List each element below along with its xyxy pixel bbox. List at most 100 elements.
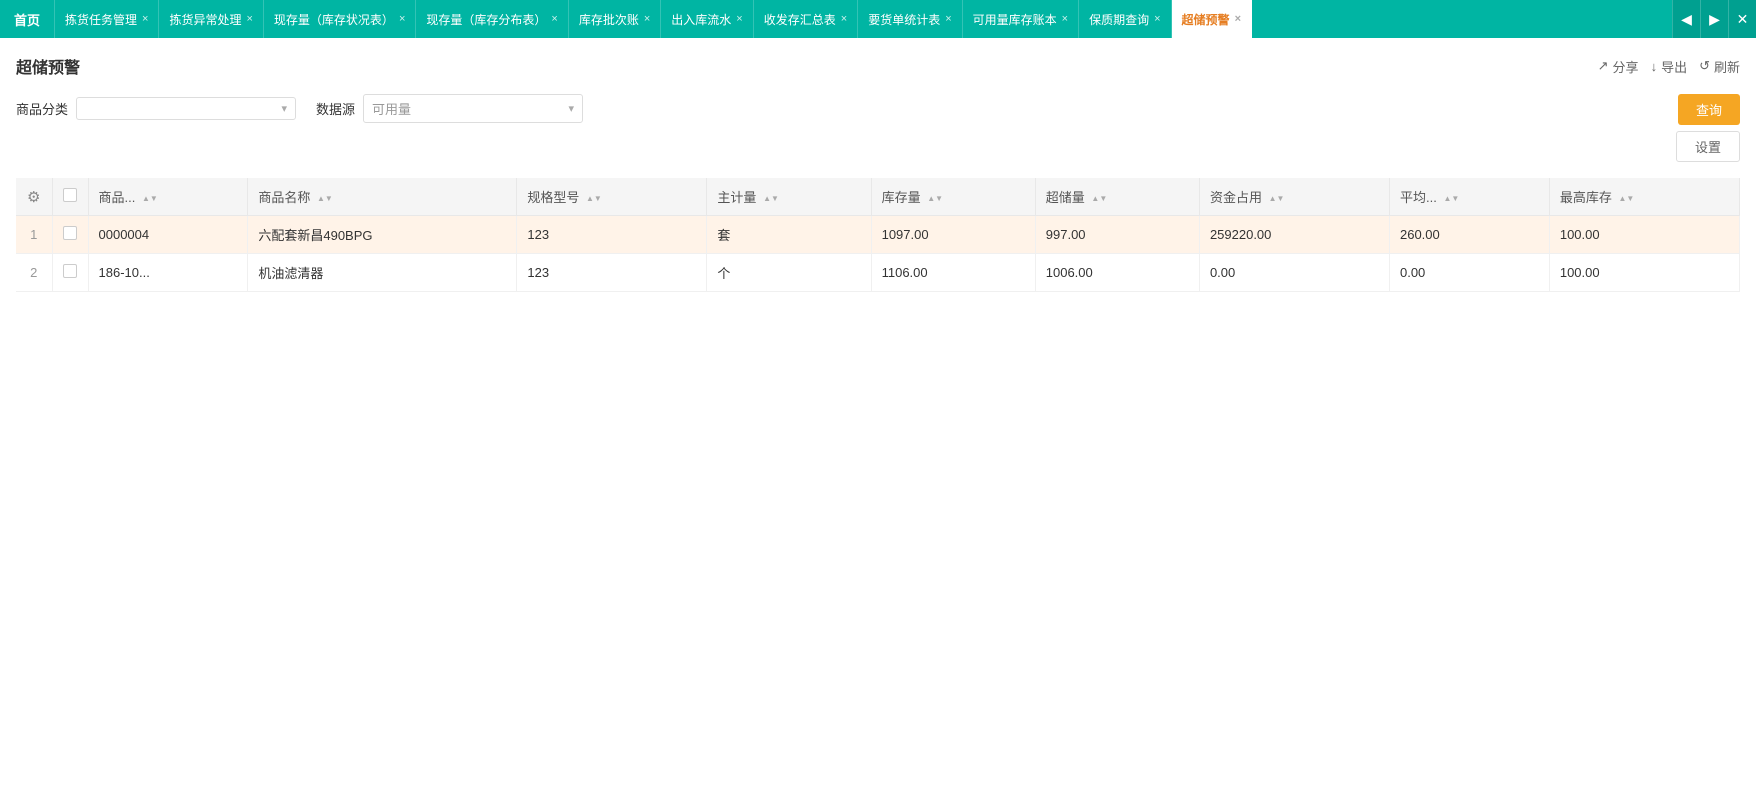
datasource-select-value: 可用量 [372,99,411,118]
col-product-code[interactable]: 商品... ▲▼ [88,178,248,216]
select-all-checkbox[interactable] [63,188,77,202]
sort-unit[interactable]: ▲▼ [763,195,779,203]
nav-tab-close-2[interactable]: × [399,13,405,25]
col-stock[interactable]: 库存量 ▲▼ [871,178,1035,216]
row-avg-1: 0.00 [1389,254,1549,292]
col-stock-label: 库存量 [882,190,921,205]
nav-tab-close-10[interactable]: × [1235,13,1241,25]
refresh-button[interactable]: ↺ 刷新 [1699,57,1740,76]
col-unit[interactable]: 主计量 ▲▼ [707,178,871,216]
nav-tab-close-8[interactable]: × [1062,13,1068,25]
row-product-code-1: 186-10... [88,254,248,292]
category-dropdown-icon: ▾ [281,102,287,115]
sort-stock[interactable]: ▲▼ [927,195,943,203]
page-header: 超储预警 ↗ 分享 ↓ 导出 ↺ 刷新 [16,54,1740,78]
col-overflow-label: 超储量 [1046,190,1085,205]
category-filter: 商品分类 ▾ [16,97,296,120]
row-checkbox-1[interactable] [52,254,88,292]
nav-tab-close-1[interactable]: × [246,13,252,25]
query-button[interactable]: 查询 [1678,94,1740,125]
col-capital[interactable]: 资金占用 ▲▼ [1199,178,1389,216]
nav-tab-close-0[interactable]: × [142,13,148,25]
col-avg[interactable]: 平均... ▲▼ [1389,178,1549,216]
row-stock-0: 1097.00 [871,216,1035,254]
col-max-stock-label: 最高库存 [1560,190,1612,205]
nav-tab-6[interactable]: 收发存汇总表 × [754,0,858,38]
nav-tab-3[interactable]: 现存量（库存分布表） × [416,0,568,38]
col-avg-label: 平均... [1400,190,1437,205]
nav-close-btn[interactable]: ✕ [1728,0,1756,38]
row-unit-1: 个 [707,254,871,292]
row-product-name-1: 机油滤清器 [248,254,517,292]
nav-tab-7[interactable]: 要货单统计表 × [858,0,962,38]
table-header: ⚙ 商品... ▲▼ 商品名称 ▲▼ 规格型号 ▲▼ 主计 [16,178,1740,216]
nav-tab-8[interactable]: 可用量库存账本 × [963,0,1079,38]
nav-tab-2[interactable]: 现存量（库存状况表） × [264,0,416,38]
col-unit-label: 主计量 [717,190,756,205]
sort-product-name[interactable]: ▲▼ [317,195,333,203]
row-checkbox-0[interactable] [52,216,88,254]
nav-tab-close-6[interactable]: × [841,13,847,25]
page-title: 超储预警 [16,54,80,78]
nav-tab-9[interactable]: 保质期查询 × [1079,0,1171,38]
row-stock-1: 1106.00 [871,254,1035,292]
nav-tab-close-7[interactable]: × [945,13,951,25]
sort-max-stock[interactable]: ▲▼ [1618,195,1634,203]
row-overflow-1: 1006.00 [1035,254,1199,292]
nav-tab-close-5[interactable]: × [736,13,742,25]
col-settings[interactable]: ⚙ [16,178,52,216]
sort-avg[interactable]: ▲▼ [1443,195,1459,203]
export-label: 导出 [1661,57,1687,76]
nav-next-btn[interactable]: ▶ [1700,0,1728,38]
nav-tab-4[interactable]: 库存批次账 × [569,0,661,38]
top-nav: 首页 拣货任务管理 ×拣货异常处理 ×现存量（库存状况表） ×现存量（库存分布表… [0,0,1756,38]
category-label: 商品分类 [16,99,68,118]
col-capital-label: 资金占用 [1210,190,1262,205]
row-num-1: 2 [16,254,52,292]
filter-actions: 查询 设置 [1676,94,1740,162]
sort-spec[interactable]: ▲▼ [586,195,602,203]
sort-capital[interactable]: ▲▼ [1269,195,1285,203]
nav-home[interactable]: 首页 [0,0,55,38]
export-button[interactable]: ↓ 导出 [1651,57,1688,76]
col-max-stock[interactable]: 最高库存 ▲▼ [1549,178,1739,216]
nav-prev-btn[interactable]: ◀ [1672,0,1700,38]
table-row: 1 0000004 六配套新昌490BPG 123 套 1097.00 997.… [16,216,1740,254]
row-overflow-0: 997.00 [1035,216,1199,254]
sort-overflow[interactable]: ▲▼ [1091,195,1107,203]
datasource-select[interactable]: 可用量 ▾ [363,94,583,123]
row-capital-1: 0.00 [1199,254,1389,292]
sort-product-code[interactable]: ▲▼ [142,195,158,203]
col-spec[interactable]: 规格型号 ▲▼ [517,178,707,216]
row-avg-0: 260.00 [1389,216,1549,254]
refresh-label: 刷新 [1714,57,1740,76]
table-body: 1 0000004 六配套新昌490BPG 123 套 1097.00 997.… [16,216,1740,292]
col-overflow[interactable]: 超储量 ▲▼ [1035,178,1199,216]
nav-tab-1[interactable]: 拣货异常处理 × [159,0,263,38]
nav-tab-close-9[interactable]: × [1154,13,1160,25]
share-label: 分享 [1613,57,1639,76]
table-row: 2 186-10... 机油滤清器 123 个 1106.00 1006.00 … [16,254,1740,292]
category-select[interactable]: ▾ [76,97,296,120]
header-actions: ↗ 分享 ↓ 导出 ↺ 刷新 [1598,57,1740,76]
nav-tab-0[interactable]: 拣货任务管理 × [55,0,159,38]
datasource-filter: 数据源 可用量 ▾ [316,94,583,123]
settings-button[interactable]: 设置 [1676,131,1740,162]
nav-tab-10[interactable]: 超储预警 × [1172,0,1252,38]
row-capital-0: 259220.00 [1199,216,1389,254]
table-header-row: ⚙ 商品... ▲▼ 商品名称 ▲▼ 规格型号 ▲▼ 主计 [16,178,1740,216]
gear-icon[interactable]: ⚙ [27,189,40,206]
row-unit-0: 套 [707,216,871,254]
col-product-name[interactable]: 商品名称 ▲▼ [248,178,517,216]
nav-tab-close-3[interactable]: × [551,13,557,25]
col-spec-label: 规格型号 [527,190,579,205]
row-product-code-0: 0000004 [88,216,248,254]
filter-row: 商品分类 ▾ 数据源 可用量 ▾ 查询 设置 [16,94,1740,162]
nav-tab-close-4[interactable]: × [644,13,650,25]
nav-tab-5[interactable]: 出入库流水 × [661,0,753,38]
datasource-label: 数据源 [316,99,355,118]
export-icon: ↓ [1651,59,1658,74]
share-button[interactable]: ↗ 分享 [1598,57,1639,76]
share-icon: ↗ [1598,58,1609,74]
col-product-name-label: 商品名称 [258,190,310,205]
